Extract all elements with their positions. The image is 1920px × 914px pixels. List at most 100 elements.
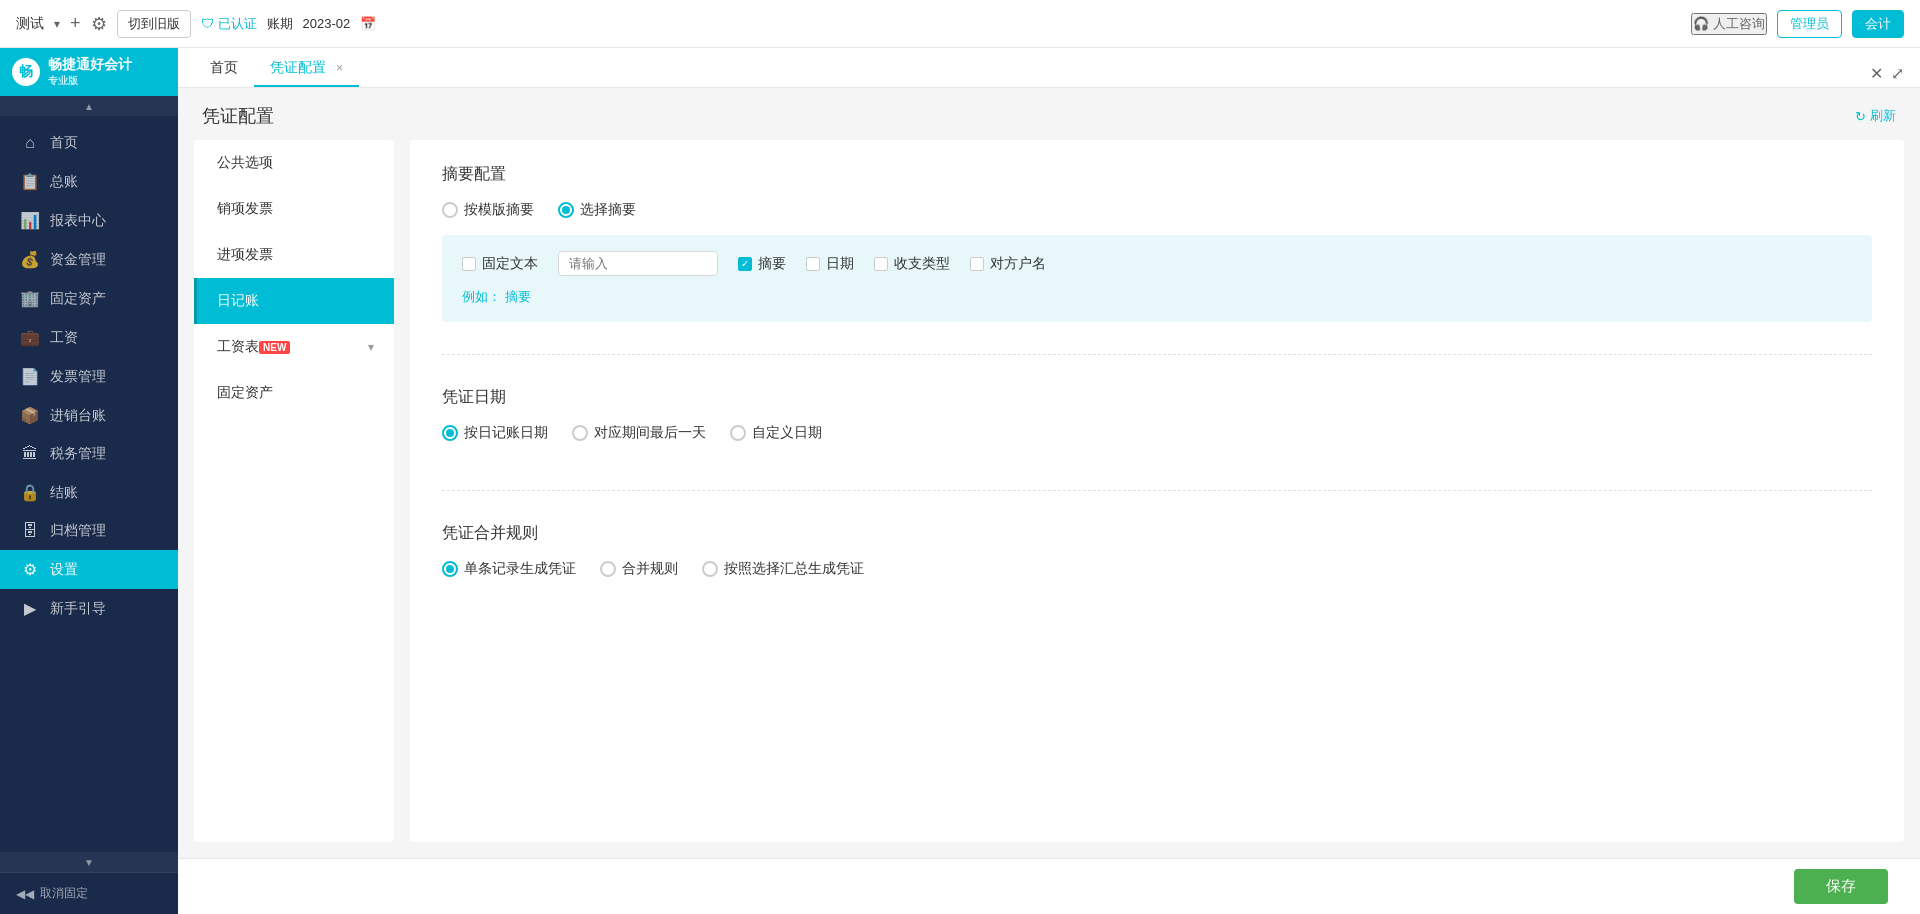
sidebar-item-label: 进销台账: [50, 407, 106, 425]
merge-option3[interactable]: 按照选择汇总生成凭证: [702, 560, 864, 578]
top-bar-right: 🎧 人工咨询 管理员 会计: [1691, 10, 1904, 38]
sidebar-item-archive[interactable]: 🗄 归档管理: [0, 512, 178, 550]
counterpart-checkbox[interactable]: 对方户名: [970, 255, 1046, 273]
tab-bar: 首页 凭证配置 × ✕ ⤢: [178, 48, 1920, 88]
sidebar-item-label: 工资: [50, 329, 78, 347]
save-button[interactable]: 保存: [1794, 869, 1888, 904]
date-checkbox[interactable]: 日期: [806, 255, 854, 273]
tab-voucher-config[interactable]: 凭证配置 ×: [254, 51, 359, 87]
date-radio1[interactable]: [442, 425, 458, 441]
menu-item-public[interactable]: 公共选项: [194, 140, 394, 186]
sidebar-item-report[interactable]: 📊 报表中心: [0, 201, 178, 240]
sidebar-item-capital[interactable]: 💰 资金管理: [0, 240, 178, 279]
refresh-button[interactable]: ↻ 刷新: [1855, 107, 1896, 125]
merge-rule-title: 凭证合并规则: [442, 523, 1872, 544]
tab-home[interactable]: 首页: [194, 51, 254, 87]
summary-option1[interactable]: 按模版摘要: [442, 201, 534, 219]
sidebar-item-asset[interactable]: 🏢 固定资产: [0, 279, 178, 318]
company-name: 测试: [16, 15, 44, 33]
date-option1[interactable]: 按日记账日期: [442, 424, 548, 442]
menu-item-fixed-asset[interactable]: 固定资产: [194, 370, 394, 416]
sidebar-item-ledger[interactable]: 📋 总账: [0, 162, 178, 201]
sidebar-item-settings[interactable]: ⚙ 设置: [0, 550, 178, 589]
sidebar-item-label: 税务管理: [50, 445, 106, 463]
sidebar-item-wage[interactable]: 💼 工资: [0, 318, 178, 357]
sidebar-scroll-down[interactable]: ▼: [0, 852, 178, 872]
voucher-page: 凭证配置 ↻ 刷新 公共选项 销项发票: [178, 88, 1920, 914]
merge-radio2[interactable]: [600, 561, 616, 577]
date-option2[interactable]: 对应期间最后一天: [572, 424, 706, 442]
settings-icon[interactable]: ⚙: [91, 13, 107, 35]
sidebar-item-label: 设置: [50, 561, 78, 579]
fixed-text-checkbox-box[interactable]: [462, 257, 476, 271]
calendar-icon[interactable]: 📅: [360, 16, 376, 31]
merge-option2[interactable]: 合并规则: [600, 560, 678, 578]
merge-option1[interactable]: 单条记录生成凭证: [442, 560, 576, 578]
date-checkbox-box[interactable]: [806, 257, 820, 271]
report-icon: 📊: [20, 211, 40, 230]
sidebar-item-label: 归档管理: [50, 522, 106, 540]
income-type-checkbox-box[interactable]: [874, 257, 888, 271]
sidebar-item-guide[interactable]: ▶ 新手引导: [0, 589, 178, 628]
merge-radio3[interactable]: [702, 561, 718, 577]
voucher-date-title: 凭证日期: [442, 387, 1872, 408]
top-bar-left: 测试 ▾ + ⚙ 切到旧版 🛡 已认证 账期 2023-02 📅: [16, 10, 376, 38]
merge-radio1[interactable]: [442, 561, 458, 577]
menu-item-purchase-inv[interactable]: 进项发票: [194, 232, 394, 278]
example-row: 例如： 摘要: [462, 288, 1852, 306]
human-service-button[interactable]: 🎧 人工咨询: [1691, 13, 1767, 35]
sidebar-item-tax[interactable]: 🏛 税务管理: [0, 435, 178, 473]
sidebar-item-close[interactable]: 🔒 结账: [0, 473, 178, 512]
tab-close-icon[interactable]: ×: [336, 61, 343, 75]
wage-icon: 💼: [20, 328, 40, 347]
menu-item-sales[interactable]: 销项发票: [194, 186, 394, 232]
voucher-body: 公共选项 销项发票 进项发票 日记账 工资表 NEW: [178, 140, 1920, 858]
voucher-date-section: 凭证日期 按日记账日期 对应期间最后一天: [442, 387, 1872, 491]
summary-checkbox-box[interactable]: ✓: [738, 257, 752, 271]
sidebar-item-home[interactable]: ⌂ 首页: [0, 124, 178, 162]
page-content: 凭证配置 ↻ 刷新 公共选项 销项发票: [178, 88, 1920, 914]
period-value: 2023-02: [303, 16, 351, 31]
sidebar-item-purchase[interactable]: 📦 进销台账: [0, 396, 178, 435]
cancel-fixed-button[interactable]: ◀◀ 取消固定: [0, 872, 178, 914]
add-icon[interactable]: +: [70, 13, 81, 34]
date-radio3[interactable]: [730, 425, 746, 441]
sidebar-scroll-up[interactable]: ▲: [0, 96, 178, 116]
summary-checkbox[interactable]: ✓ 摘要: [738, 255, 786, 273]
summary-radio-group: 按模版摘要 选择摘要: [442, 201, 1872, 219]
menu-item-journal[interactable]: 日记账: [194, 278, 394, 324]
sidebar-item-label: 首页: [50, 134, 78, 152]
sidebar: 畅 畅捷通好会计 专业版 ▲ ⌂ 首页 📋 总账 📊 报表中心 💰: [0, 48, 178, 914]
manager-button[interactable]: 管理员: [1777, 10, 1842, 38]
settings-nav-icon: ⚙: [20, 560, 40, 579]
summary-radio1[interactable]: [442, 202, 458, 218]
summary-radio2[interactable]: [558, 202, 574, 218]
summary-section-title: 摘要配置: [442, 164, 1872, 185]
headset-icon: 🎧: [1693, 16, 1709, 31]
dropdown-arrow-icon[interactable]: ▾: [54, 17, 60, 31]
logo-sub: 专业版: [48, 74, 132, 88]
summary-option2[interactable]: 选择摘要: [558, 201, 636, 219]
fixed-text-checkbox[interactable]: 固定文本: [462, 255, 538, 273]
summary-checkbox-row: 固定文本 ✓ 摘要 日期: [462, 251, 1852, 276]
counterpart-checkbox-box[interactable]: [970, 257, 984, 271]
purchase-icon: 📦: [20, 406, 40, 425]
income-type-checkbox[interactable]: 收支类型: [874, 255, 950, 273]
close-period-icon: 🔒: [20, 483, 40, 502]
new-badge: NEW: [259, 341, 290, 354]
fixed-text-input[interactable]: [558, 251, 718, 276]
tab-close-button[interactable]: ✕: [1870, 64, 1883, 83]
sidebar-item-label: 发票管理: [50, 368, 106, 386]
sidebar-item-label: 新手引导: [50, 600, 106, 618]
page-footer: 保存: [178, 858, 1920, 914]
tab-expand-button[interactable]: ⤢: [1891, 64, 1904, 83]
certified-badge: 🛡 已认证: [201, 15, 257, 33]
date-option3[interactable]: 自定义日期: [730, 424, 822, 442]
sidebar-item-invoice[interactable]: 📄 发票管理: [0, 357, 178, 396]
guide-icon: ▶: [20, 599, 40, 618]
date-radio2[interactable]: [572, 425, 588, 441]
accountant-button[interactable]: 会计: [1852, 10, 1904, 38]
switch-old-button[interactable]: 切到旧版: [117, 10, 191, 38]
menu-item-salary-table[interactable]: 工资表 NEW ▾: [194, 324, 394, 370]
left-menu: 公共选项 销项发票 进项发票 日记账 工资表 NEW: [194, 140, 394, 842]
